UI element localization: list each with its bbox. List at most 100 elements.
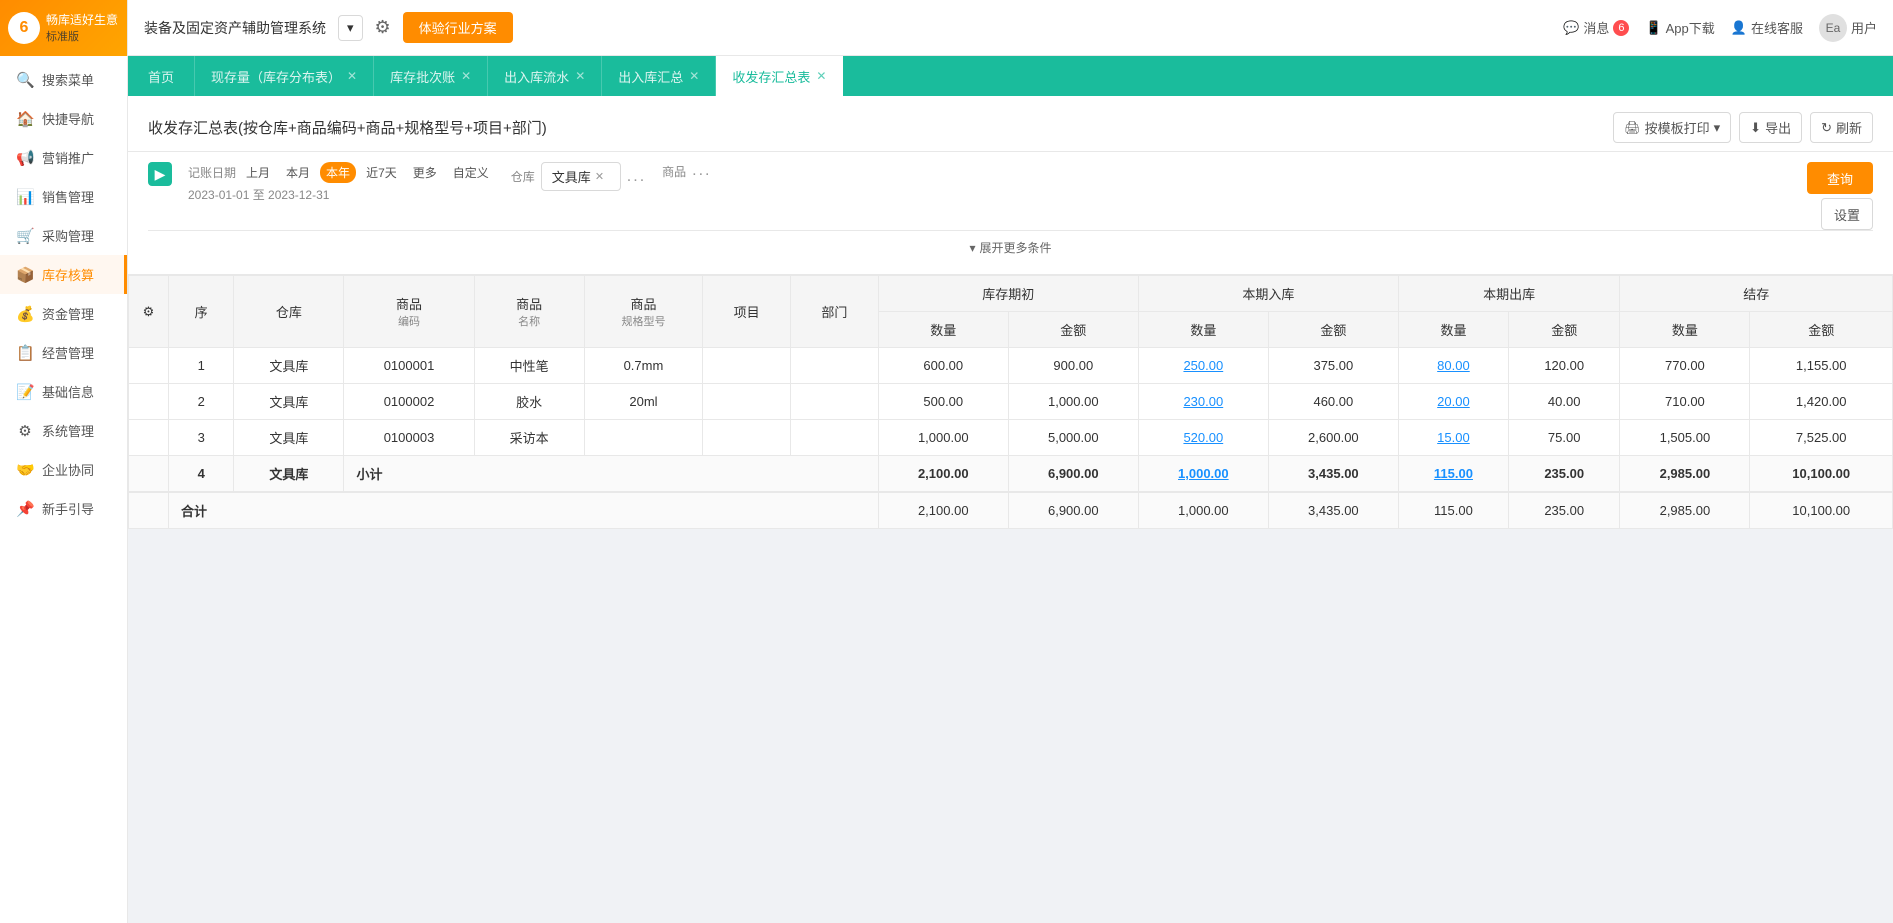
content-area: 收发存汇总表(按仓库+商品编码+商品+规格型号+项目+部门) 🖨 按模板打印 ▾… xyxy=(128,96,1893,529)
last-month-btn[interactable]: 上月 xyxy=(240,162,276,183)
sidebar-logo: 6 畅库适好生意 标准版 xyxy=(0,0,127,56)
sidebar-item-basic-info[interactable]: 📝 基础信息 xyxy=(0,372,127,411)
settings-btn[interactable]: 设置 xyxy=(1821,198,1873,230)
refresh-btn[interactable]: ↻ 刷新 xyxy=(1810,112,1873,143)
message-icon: 💬 xyxy=(1563,20,1579,36)
total-opening-qty: 2,100.00 xyxy=(878,492,1008,529)
settings-icon[interactable]: ⚙ xyxy=(375,17,391,38)
tab-close-2[interactable]: ✕ xyxy=(461,69,471,83)
sidebar-item-purchase[interactable]: 🛒 采购管理 xyxy=(0,216,127,255)
th-goods-spec: 商品规格型号 xyxy=(584,276,703,348)
export-icon: ⬇ xyxy=(1750,120,1761,136)
sidebar-label-basic-info: 基础信息 xyxy=(42,382,94,401)
more-btn[interactable]: 更多 xyxy=(407,162,443,183)
sidebar-item-quick-nav[interactable]: 🏠 快捷导航 xyxy=(0,99,127,138)
tab-close-4[interactable]: ✕ xyxy=(689,69,699,83)
sidebar-item-operation[interactable]: 📋 经营管理 xyxy=(0,333,127,372)
subtotal-row: 4 文具库 小计 2,100.00 6,900.00 1,000.00 3,43… xyxy=(129,456,1893,493)
sidebar-item-marketing[interactable]: 📢 营销推广 xyxy=(0,138,127,177)
sidebar-label-quick-nav: 快捷导航 xyxy=(42,109,94,128)
sidebar-label-finance: 资金管理 xyxy=(42,304,94,323)
date-label: 记账日期 xyxy=(188,164,236,181)
total-in-amt: 3,435.00 xyxy=(1268,492,1398,529)
trial-btn[interactable]: 体验行业方案 xyxy=(403,12,513,43)
warehouse-tag[interactable]: 文具库 ✕ xyxy=(541,162,621,191)
message-label: 消息 xyxy=(1583,18,1609,37)
page-actions: 🖨 按模板打印 ▾ ⬇ 导出 ↻ 刷新 xyxy=(1613,112,1873,143)
logo-sub: 标准版 xyxy=(46,28,118,44)
tab-0[interactable]: 首页 xyxy=(128,56,195,96)
table-settings-icon[interactable]: ⚙ xyxy=(143,304,155,319)
app-download-action[interactable]: 📱 App下载 xyxy=(1645,18,1714,37)
total-label: 合计 xyxy=(169,492,879,529)
sidebar-item-finance[interactable]: 💰 资金管理 xyxy=(0,294,127,333)
custom-btn[interactable]: 自定义 xyxy=(447,162,495,183)
search-icon: 🔍 xyxy=(16,71,34,89)
online-service-action[interactable]: 👤 在线客服 xyxy=(1731,18,1803,37)
th-project: 项目 xyxy=(703,276,791,348)
sidebar-item-enterprise[interactable]: 🤝 企业协同 xyxy=(0,450,127,489)
service-icon: 👤 xyxy=(1731,20,1747,36)
sidebar-item-system[interactable]: ⚙ 系统管理 xyxy=(0,411,127,450)
tab-close-3[interactable]: ✕ xyxy=(575,69,585,83)
warehouse-filter: 仓库 文具库 ✕ ... xyxy=(511,162,646,191)
tab-1[interactable]: 现存量（库存分布表）✕ xyxy=(195,56,374,96)
guide-icon: 📌 xyxy=(16,500,34,518)
dropdown-arrow: ▾ xyxy=(347,20,354,36)
th-closing-group: 结存 xyxy=(1620,276,1893,312)
tab-3[interactable]: 出入库流水✕ xyxy=(488,56,602,96)
sidebar-label-enterprise: 企业协同 xyxy=(42,460,94,479)
total-out-amt: 235.00 xyxy=(1509,492,1620,529)
tab-4[interactable]: 出入库汇总✕ xyxy=(602,56,716,96)
th-goods-name: 商品名称 xyxy=(474,276,584,348)
tab-close-5[interactable]: ✕ xyxy=(816,69,826,83)
expand-icon: ▾ xyxy=(969,241,975,255)
sidebar-item-inventory[interactable]: 📦 库存核算 xyxy=(0,255,127,294)
topbar-actions: 💬 消息 6 📱 App下载 👤 在线客服 Ea 用户 xyxy=(1563,14,1877,42)
table-row: 3 文具库 0100003 采访本 1,000.00 5,000.00 520.… xyxy=(129,420,1893,456)
user-action[interactable]: Ea 用户 xyxy=(1819,14,1877,42)
expand-label: 展开更多条件 xyxy=(980,239,1052,256)
tab-5[interactable]: 收发存汇总表 ✕ xyxy=(716,56,843,96)
sidebar-item-sales[interactable]: 📊 销售管理 xyxy=(0,177,127,216)
sidebar: 6 畅库适好生意 标准版 🔍 搜索菜单🏠 快捷导航📢 营销推广📊 销售管理🛒 采… xyxy=(0,0,128,923)
sidebar-label-purchase: 采购管理 xyxy=(42,226,94,245)
th-in-qty: 数量 xyxy=(1138,312,1268,348)
th-warehouse: 仓库 xyxy=(234,276,344,348)
warehouse-label: 仓库 xyxy=(511,168,535,185)
sales-icon: 📊 xyxy=(16,188,34,206)
export-btn[interactable]: ⬇ 导出 xyxy=(1739,112,1802,143)
last7-btn[interactable]: 近7天 xyxy=(360,162,403,183)
sidebar-label-guide: 新手引导 xyxy=(42,499,94,518)
th-opening-qty: 数量 xyxy=(878,312,1008,348)
th-no: 序 xyxy=(169,276,234,348)
filter-arrow[interactable]: ▶ xyxy=(148,162,172,186)
tab-close-1[interactable]: ✕ xyxy=(347,69,357,83)
system-icon: ⚙ xyxy=(16,422,34,440)
this-year-btn[interactable]: 本年 xyxy=(320,162,356,183)
warehouse-more[interactable]: ... xyxy=(627,168,646,186)
message-action[interactable]: 💬 消息 6 xyxy=(1563,18,1629,37)
message-badge: 6 xyxy=(1613,20,1629,36)
purchase-icon: 🛒 xyxy=(16,227,34,245)
sidebar-item-guide[interactable]: 📌 新手引导 xyxy=(0,489,127,528)
tab-label-5: 收发存汇总表 xyxy=(732,67,810,86)
data-table: ⚙ 序 仓库 商品编码 商品名称 商品规格型号 项目 部门 库存期初 本期入库 … xyxy=(128,275,1893,529)
table-row: 2 文具库 0100002 胶水 20ml 500.00 1,000.00 23… xyxy=(129,384,1893,420)
system-dropdown[interactable]: ▾ xyxy=(338,15,363,41)
print-btn[interactable]: 🖨 按模板打印 ▾ xyxy=(1613,112,1731,143)
warehouse-tag-close[interactable]: ✕ xyxy=(595,170,604,183)
col-settings-header[interactable]: ⚙ xyxy=(129,276,169,348)
expand-conditions[interactable]: ▾ 展开更多条件 xyxy=(148,230,1873,264)
tab-2[interactable]: 库存批次账✕ xyxy=(374,56,488,96)
logo-text: 畅库适好生意 xyxy=(46,12,118,29)
query-btn[interactable]: 查询 xyxy=(1807,162,1873,194)
tabbar: 首页现存量（库存分布表）✕库存批次账✕出入库流水✕出入库汇总✕ 收发存汇总表 ✕ xyxy=(128,56,1893,96)
goods-label: 商品 xyxy=(662,163,686,180)
th-opening-group: 库存期初 xyxy=(878,276,1138,312)
th-in-group: 本期入库 xyxy=(1138,276,1398,312)
sidebar-item-search[interactable]: 🔍 搜索菜单 xyxy=(0,60,127,99)
goods-more[interactable]: ... xyxy=(692,162,711,180)
this-month-btn[interactable]: 本月 xyxy=(280,162,316,183)
goods-filter: 商品 ... xyxy=(662,162,711,180)
